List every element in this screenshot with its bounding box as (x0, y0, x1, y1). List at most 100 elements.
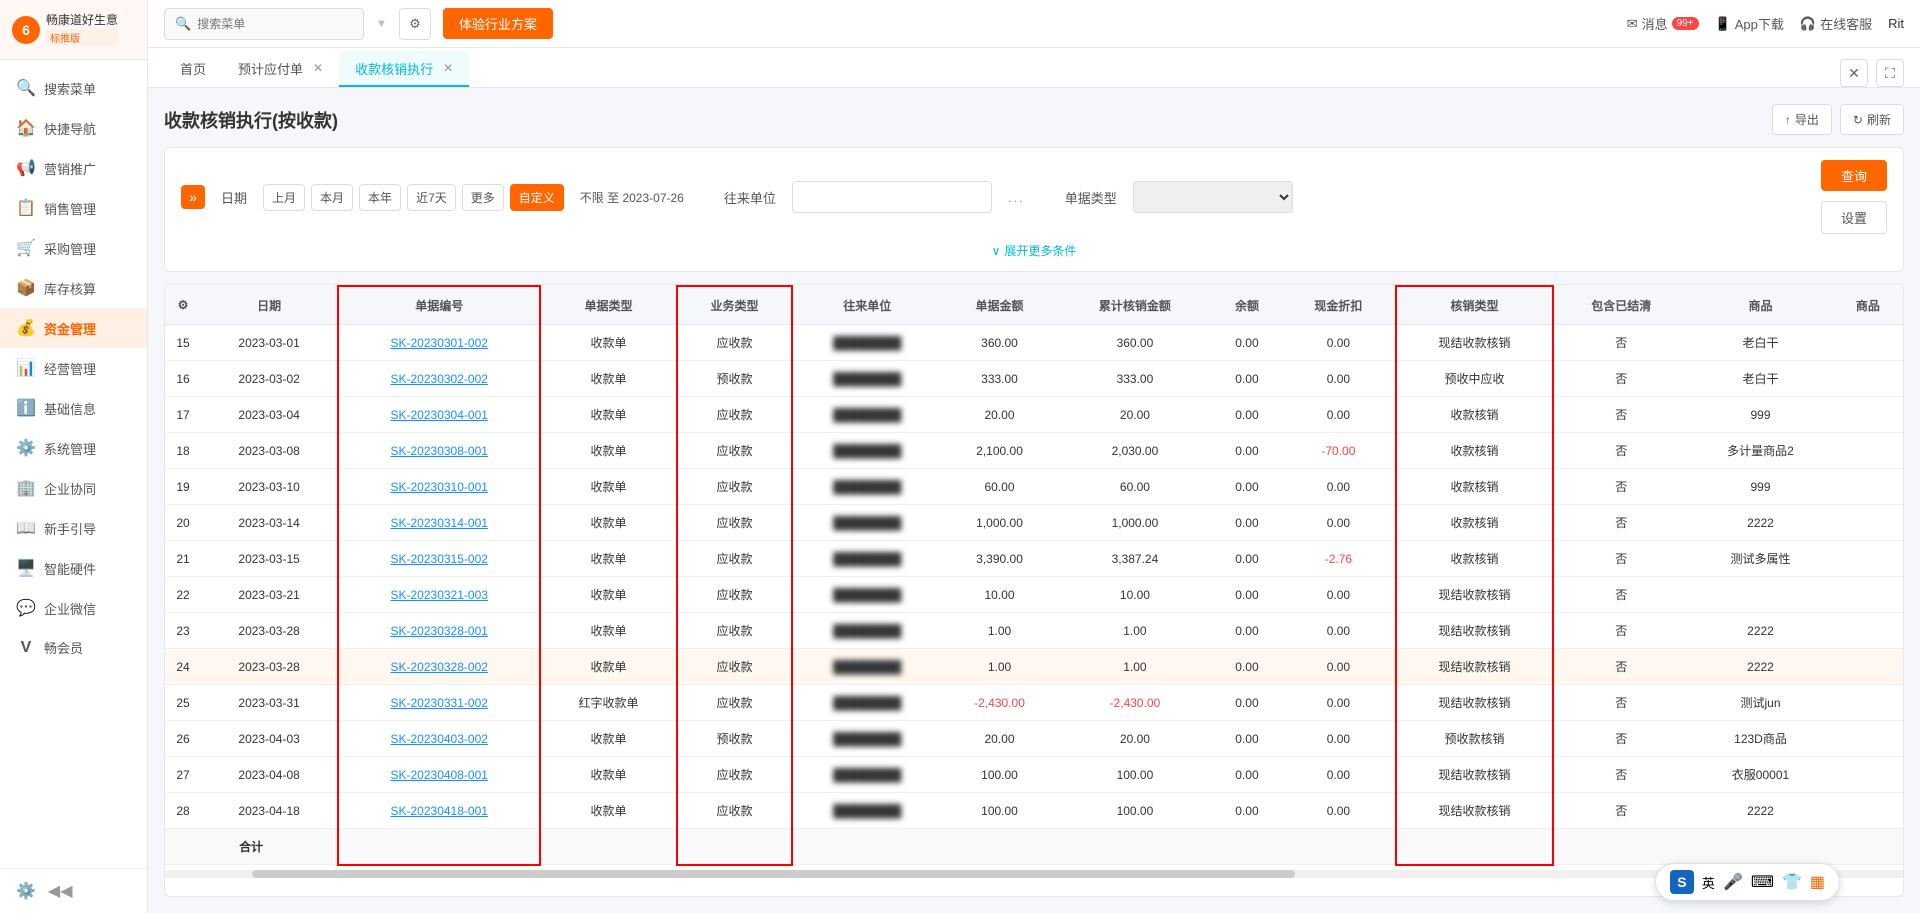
last-month-btn[interactable]: 上月 (263, 184, 305, 211)
query-button[interactable]: 查询 (1821, 160, 1887, 191)
doc-no-link[interactable]: SK-20230328-001 (391, 624, 488, 638)
sougou-keyboard-icon[interactable]: ⌨ (1751, 872, 1774, 892)
counterparty-filter-input[interactable] (792, 181, 992, 213)
row-doctype: 收款单 (540, 469, 677, 505)
sidebar-item-quick-nav[interactable]: 🏠 快捷导航 (0, 108, 147, 148)
voucher-type-select[interactable]: 收款单 红字收款单 (1133, 181, 1293, 213)
tab-close-all-button[interactable]: ✕ (1840, 59, 1868, 87)
data-table: ⚙ 日期 单据编号 单据类型 业务类型 往来单位 单据金额 累计核销金额 余额 … (165, 285, 1903, 866)
doc-no-link[interactable]: SK-20230328-002 (391, 660, 488, 674)
col-docno-header: 单据编号 (338, 286, 540, 325)
sidebar-item-member[interactable]: V 畅会员 (0, 628, 147, 667)
custom-date-btn[interactable]: 自定义 (510, 184, 564, 211)
more-date-btn[interactable]: 更多 (462, 184, 504, 211)
sidebar-item-system[interactable]: ⚙️ 系统管理 (0, 428, 147, 468)
col-product2-header: 商品 (1833, 286, 1903, 325)
sidebar-item-wechat[interactable]: 💬 企业微信 (0, 588, 147, 628)
doc-no-link[interactable]: SK-20230408-001 (391, 768, 488, 782)
sidebar-item-hardware[interactable]: 🖥️ 智能硬件 (0, 548, 147, 588)
sidebar-item-sales[interactable]: 📋 销售管理 (0, 188, 147, 228)
doc-no-link[interactable]: SK-20230403-002 (391, 732, 488, 746)
sidebar-item-enterprise[interactable]: 🏢 企业协同 (0, 468, 147, 508)
enterprise-icon: 🏢 (16, 478, 36, 498)
sidebar-item-guide[interactable]: 📖 新手引导 (0, 508, 147, 548)
row-amount: 3,390.00 (941, 541, 1058, 577)
export-button[interactable]: ↑ 导出 (1772, 104, 1832, 135)
cart-icon: 🛒 (16, 238, 36, 258)
sougou-mic-icon[interactable]: 🎤 (1723, 872, 1743, 892)
doc-no-link[interactable]: SK-20230321-003 (391, 588, 488, 602)
doc-no-link[interactable]: SK-20230418-001 (391, 804, 488, 818)
row-no: 16 (165, 361, 201, 397)
sidebar-item-search[interactable]: 🔍 搜索菜单 (0, 68, 147, 108)
tab-receipt-exec-close[interactable]: ✕ (443, 61, 453, 75)
last-7-days-btn[interactable]: 近7天 (407, 184, 456, 211)
row-docno: SK-20230310-001 (338, 469, 540, 505)
book-icon: 📖 (16, 518, 36, 538)
footer-collapse-icon[interactable]: ◀◀ (48, 881, 73, 901)
sidebar-item-basic[interactable]: ℹ️ 基础信息 (0, 388, 147, 428)
app-download-button[interactable]: 📱 App下载 (1715, 14, 1784, 33)
sidebar-item-finance[interactable]: 💰 资金管理 (0, 308, 147, 348)
doc-no-link[interactable]: SK-20230314-001 (391, 516, 488, 530)
row-product2 (1833, 469, 1903, 505)
topbar-dropdown[interactable]: ▼ (376, 18, 387, 30)
page-title: 收款核销执行(按收款) (164, 107, 338, 133)
tab-home[interactable]: 首页 (164, 51, 222, 87)
row-balance: 0.00 (1212, 793, 1282, 829)
settings-button[interactable]: 设置 (1821, 201, 1887, 234)
doc-no-link[interactable]: SK-20230331-002 (391, 696, 488, 710)
this-year-btn[interactable]: 本年 (359, 184, 401, 211)
doc-no-link[interactable]: SK-20230315-002 (391, 552, 488, 566)
row-docno: SK-20230302-002 (338, 361, 540, 397)
doc-no-link[interactable]: SK-20230301-002 (391, 336, 488, 350)
tab-prepay[interactable]: 预计应付单 ✕ (222, 51, 339, 87)
topbar-gear-button[interactable]: ⚙ (399, 8, 431, 40)
row-docno: SK-20230408-001 (338, 757, 540, 793)
topbar-search-box[interactable]: 🔍 (164, 8, 364, 40)
sidebar-item-marketing[interactable]: 📢 营销推广 (0, 148, 147, 188)
doc-no-link[interactable]: SK-20230310-001 (391, 480, 488, 494)
row-date: 2023-04-18 (201, 793, 338, 829)
sidebar-item-business[interactable]: 📊 经营管理 (0, 348, 147, 388)
this-month-btn[interactable]: 本月 (311, 184, 353, 211)
doc-no-link[interactable]: SK-20230302-002 (391, 372, 488, 386)
sidebar-item-inventory[interactable]: 📦 库存核算 (0, 268, 147, 308)
sidebar-item-purchase[interactable]: 🛒 采购管理 (0, 228, 147, 268)
megaphone-icon: 📢 (16, 158, 36, 178)
topbar-search-input[interactable] (197, 17, 337, 31)
row-docno: SK-20230328-002 (338, 649, 540, 685)
row-date: 2023-03-28 (201, 613, 338, 649)
table-settings-icon[interactable]: ⚙ (178, 298, 189, 312)
message-button[interactable]: ✉ 消息 99+ (1627, 14, 1699, 33)
tab-prepay-close[interactable]: ✕ (313, 61, 323, 75)
row-include-settled: 否 (1553, 685, 1688, 721)
row-counterparty: ████████ (792, 433, 941, 469)
row-docno: SK-20230403-002 (338, 721, 540, 757)
tab-receipt-exec[interactable]: 收款核销执行 ✕ (339, 51, 469, 87)
online-service-button[interactable]: 🎧 在线客服 (1800, 14, 1872, 33)
topbar: 🔍 ▼ ⚙ 体验行业方案 ✉ 消息 99+ 📱 App下载 🎧 在线客服 Rit (148, 0, 1920, 48)
filter-toggle-button[interactable]: » (181, 185, 205, 209)
row-no: 24 (165, 649, 201, 685)
row-counterparty: ████████ (792, 325, 941, 361)
doc-no-link[interactable]: SK-20230308-001 (391, 444, 488, 458)
refresh-button[interactable]: ↻ 刷新 (1840, 104, 1904, 135)
table-row: 22 2023-03-21 SK-20230321-003 收款单 应收款 ██… (165, 577, 1903, 613)
row-accum-amount: 1.00 (1058, 649, 1212, 685)
row-include-settled: 否 (1553, 649, 1688, 685)
expand-conditions-button[interactable]: ∨ 展开更多条件 (992, 242, 1077, 259)
doc-no-link[interactable]: SK-20230304-001 (391, 408, 488, 422)
sougou-tools-icon[interactable]: ▦ (1810, 872, 1825, 892)
tab-expand-button[interactable]: ⛶ (1876, 59, 1904, 87)
row-product1: 2222 (1688, 505, 1833, 541)
logo-icon: 6 (12, 16, 40, 44)
row-product1: 测试jun (1688, 685, 1833, 721)
industry-solution-button[interactable]: 体验行业方案 (443, 8, 553, 39)
footer-settings-icon[interactable]: ⚙️ (16, 881, 36, 901)
col-settings[interactable]: ⚙ (165, 286, 201, 325)
row-no: 23 (165, 613, 201, 649)
sougou-skin-icon[interactable]: 👕 (1782, 872, 1802, 892)
sougou-english-icon[interactable]: 英 (1702, 873, 1715, 892)
row-counterparty: ████████ (792, 505, 941, 541)
